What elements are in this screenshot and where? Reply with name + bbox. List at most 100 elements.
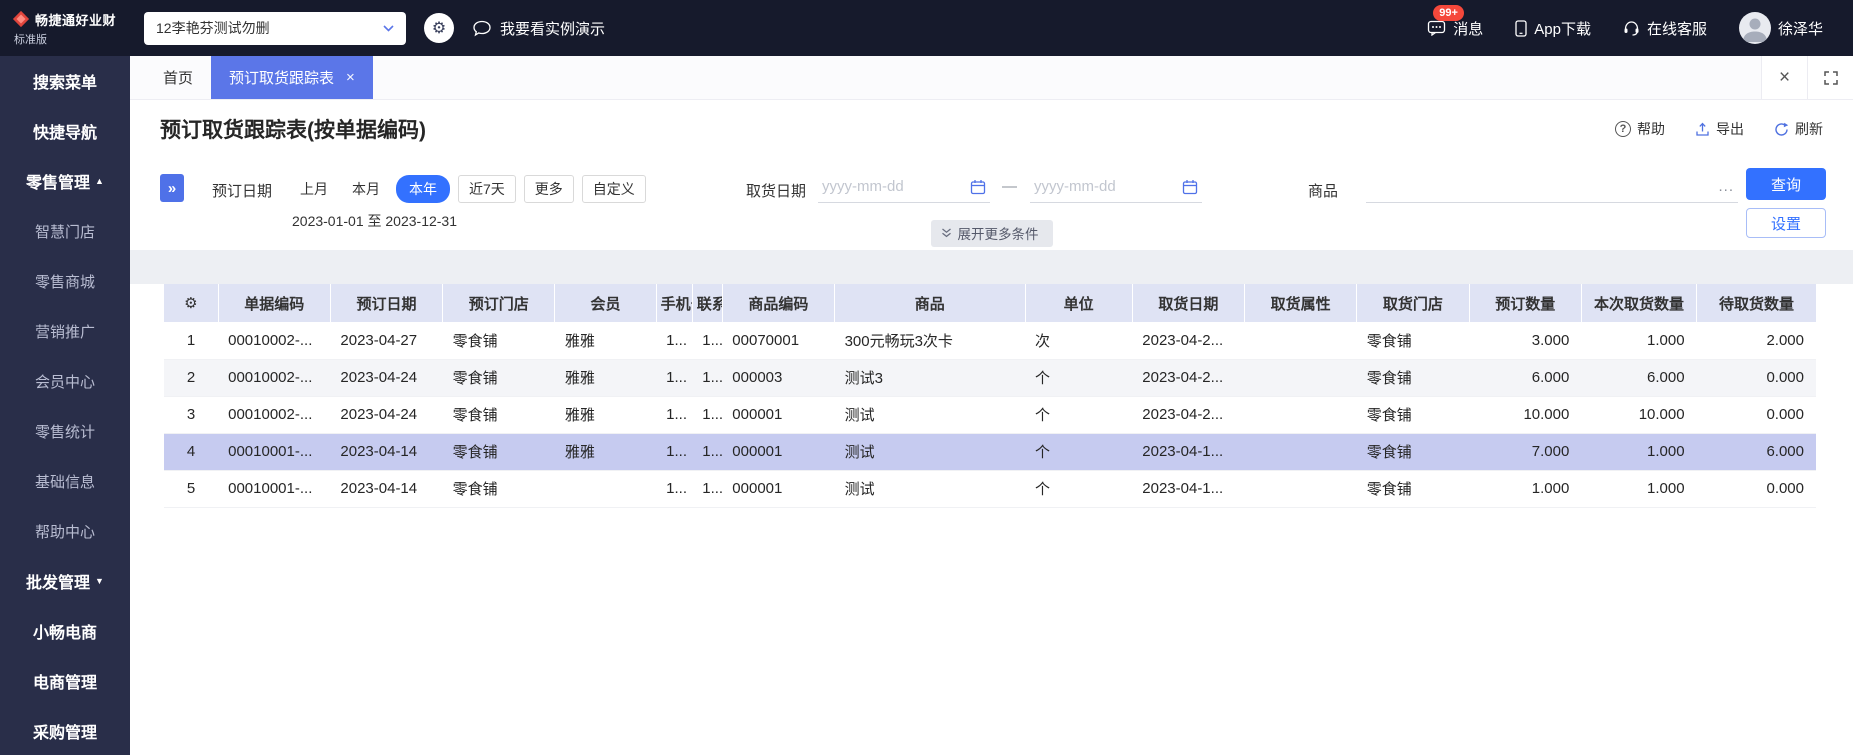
column-settings-icon[interactable]: ⚙ xyxy=(164,284,219,322)
app-download-button[interactable]: App下载 xyxy=(1515,18,1591,39)
sidebar-item-label: 电商管理 xyxy=(32,675,97,692)
sidebar-item[interactable]: 会员中心 xyxy=(0,356,130,406)
quick-range-chip[interactable]: 自定义 xyxy=(581,175,646,203)
calendar-icon[interactable] xyxy=(1182,179,1198,195)
account-selector[interactable]: 12李艳芬测试勿删 xyxy=(144,11,406,45)
help-button[interactable]: ? 帮助 xyxy=(1615,119,1665,139)
caret-icon: ▼ xyxy=(95,576,104,586)
product-input[interactable] xyxy=(1370,178,1719,195)
column-header: 单位 xyxy=(1025,284,1133,322)
filter-bar: » 预订日期 上月 本月 本年 近7天 更多 自定义 2023-01-01 至 … xyxy=(130,158,1853,250)
table-row[interactable]: 2 00010002-... 2023-04-24 零食铺 雅雅 1... 1.… xyxy=(164,359,1816,397)
app-window: 畅捷通好业财 标准版 12李艳芬测试勿删 ⚙ 我要看实例演示 99+ 消息 Ap… xyxy=(0,0,1853,755)
calendar-icon[interactable] xyxy=(970,179,986,195)
search-button[interactable]: 查询 xyxy=(1746,168,1826,200)
column-header: 预订日期 xyxy=(330,284,444,322)
tab[interactable]: 预订取货跟踪表 × xyxy=(211,56,373,99)
sidebar-item[interactable]: 搜索菜单 xyxy=(0,56,130,106)
cell-qty-ordered: 6.000 xyxy=(1469,359,1582,397)
sidebar-item[interactable]: 基础信息 xyxy=(0,456,130,506)
filter-collapse-icon[interactable]: » xyxy=(160,174,184,202)
cell-qty-ordered: 3.000 xyxy=(1469,322,1582,360)
refresh-icon xyxy=(1774,122,1789,137)
demo-link[interactable]: 我要看实例演示 xyxy=(472,18,605,39)
cell-product-code: 000003 xyxy=(722,359,835,397)
cell-product: 测试 xyxy=(834,396,1026,434)
sidebar-item[interactable]: 帮助中心 xyxy=(0,506,130,556)
sidebar-item-label: 会员中心 xyxy=(34,373,95,391)
sidebar-item[interactable]: 零售管理 ▲ xyxy=(0,156,130,206)
fullscreen-icon[interactable] xyxy=(1807,56,1853,99)
ellipsis-picker-icon[interactable]: ... xyxy=(1718,178,1734,195)
cell-product: 测试 xyxy=(834,433,1026,471)
sidebar-item-label: 基础信息 xyxy=(34,473,95,491)
online-service-button[interactable]: 在线客服 xyxy=(1623,18,1707,39)
cell-pickup-date: 2023-04-2... xyxy=(1132,322,1245,360)
table-row[interactable]: 5 00010001-... 2023-04-14 零食铺 1... 1... … xyxy=(164,470,1816,508)
table-row[interactable]: 4 00010001-... 2023-04-14 零食铺 雅雅 1... 1.… xyxy=(164,433,1816,471)
table-row[interactable]: 1 00010002-... 2023-04-27 零食铺 雅雅 1... 1.… xyxy=(164,322,1816,360)
sidebar-item[interactable]: 零售商城 xyxy=(0,256,130,306)
content-divider xyxy=(130,250,1853,284)
cell-order-store: 零食铺 xyxy=(442,470,555,508)
column-header: 取货门店 xyxy=(1356,284,1470,322)
speech-bubble-icon xyxy=(472,20,492,37)
export-button[interactable]: 导出 xyxy=(1695,119,1744,139)
cell-pickup-attr xyxy=(1244,359,1357,397)
pickup-date-start-input[interactable] xyxy=(822,178,942,195)
sidebar-item[interactable]: 营销推广 xyxy=(0,306,130,356)
sidebar-item[interactable]: 零售统计 xyxy=(0,406,130,456)
main-area: 首页 预订取货跟踪表 × × 预订取货跟踪表(按单据编码) ? 帮助 导出 刷新… xyxy=(130,56,1853,755)
column-header: 预订门店 xyxy=(442,284,556,322)
cell-order-date: 2023-04-27 xyxy=(330,322,443,360)
page-title: 预订取货跟踪表(按单据编码) xyxy=(160,119,426,142)
message-badge: 99+ xyxy=(1433,4,1464,21)
sidebar-item[interactable]: 快捷导航 xyxy=(0,106,130,156)
cell-pickup-date: 2023-04-2... xyxy=(1132,359,1245,397)
sidebar-item-label: 批发管理 xyxy=(26,575,91,592)
cell-product-code: 000001 xyxy=(722,433,835,471)
column-header: 取货日期 xyxy=(1132,284,1246,322)
cell-member: 雅雅 xyxy=(554,396,657,434)
account-selector-value: 12李艳芬测试勿删 xyxy=(156,20,270,36)
settings-button[interactable]: 设置 xyxy=(1746,208,1826,238)
quick-range-chip[interactable]: 近7天 xyxy=(458,175,516,203)
quick-range-chip[interactable]: 更多 xyxy=(523,175,574,203)
sidebar-item-label: 零售商城 xyxy=(34,273,95,291)
quick-range-chip[interactable]: 上月 xyxy=(292,176,336,202)
sidebar-item-label: 营销推广 xyxy=(34,323,95,341)
quick-range-chip[interactable]: 本年 xyxy=(396,175,450,203)
chevron-down-icon xyxy=(383,24,394,32)
table-row[interactable]: 3 00010002-... 2023-04-24 零食铺 雅雅 1... 1.… xyxy=(164,396,1816,434)
pickup-date-end-input[interactable] xyxy=(1034,178,1154,195)
sidebar-item[interactable]: 智慧门店 xyxy=(0,206,130,256)
messages-button[interactable]: 99+ 消息 xyxy=(1427,4,1483,39)
cell-phone: 1... xyxy=(656,433,693,471)
cell-pickup-date: 2023-04-1... xyxy=(1132,470,1245,508)
user-menu[interactable]: 徐泽华 xyxy=(1738,12,1823,44)
cell-order-store: 零食铺 xyxy=(442,322,555,360)
pickup-date-start-field xyxy=(818,171,990,203)
cell-order-date: 2023-04-24 xyxy=(330,396,443,434)
close-all-tabs-icon[interactable]: × xyxy=(1761,56,1807,99)
cell-product: 300元畅玩3次卡 xyxy=(834,322,1026,360)
cell-contact: 1... xyxy=(692,433,723,471)
sidebar-item[interactable]: 小畅电商 xyxy=(0,606,130,656)
quick-range-chip[interactable]: 本月 xyxy=(344,176,388,202)
sidebar-item[interactable]: 批发管理 ▼ xyxy=(0,556,130,606)
cell-order-date: 2023-04-14 xyxy=(330,470,443,508)
sidebar-item[interactable]: 电商管理 xyxy=(0,656,130,706)
product-label: 商品 xyxy=(1308,183,1339,200)
cell-contact: 1... xyxy=(692,359,723,397)
cell-qty-picked: 1.000 xyxy=(1581,433,1697,471)
tab[interactable]: 首页 xyxy=(145,56,211,99)
expand-more-button[interactable]: 展开更多条件 xyxy=(930,220,1053,247)
sidebar: 搜索菜单 快捷导航 零售管理 ▲ 智慧门店 零售商城 营销推广 会员中心 零售统… xyxy=(0,56,130,755)
online-service-label: 在线客服 xyxy=(1646,20,1707,38)
close-tab-icon[interactable]: × xyxy=(346,69,355,86)
sidebar-item[interactable]: 采购管理 xyxy=(0,706,130,755)
gear-icon[interactable]: ⚙ xyxy=(424,13,454,43)
refresh-button[interactable]: 刷新 xyxy=(1774,119,1823,139)
cell-pickup-attr xyxy=(1244,470,1357,508)
row-index: 5 xyxy=(164,470,219,508)
